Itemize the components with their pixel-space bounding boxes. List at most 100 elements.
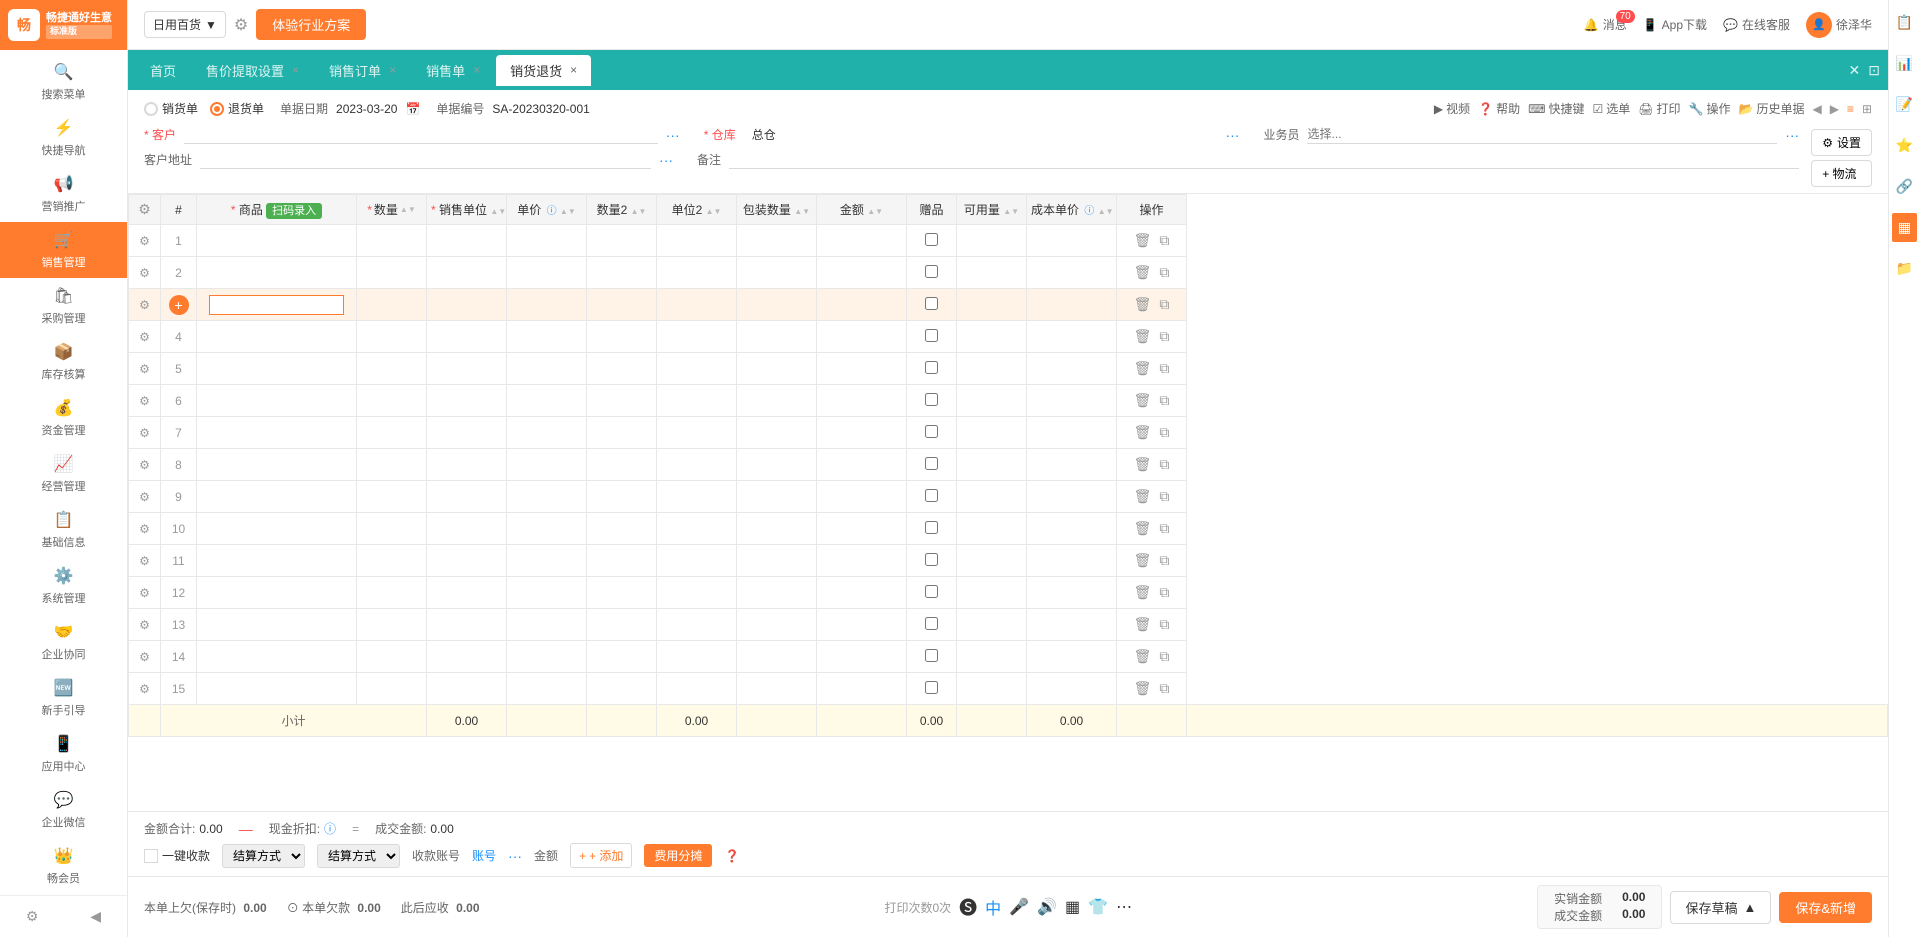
delete-row-icon[interactable]: 🗑 [1134, 552, 1152, 569]
row-8-product[interactable] [197, 449, 357, 481]
row-6-qty2[interactable] [587, 385, 657, 417]
row-7-price[interactable] [507, 417, 587, 449]
row-2-pack[interactable] [737, 257, 817, 289]
row-7-gift[interactable] [907, 417, 957, 449]
print-btn[interactable]: 🖨 打印 [1638, 100, 1680, 117]
row-gear-icon[interactable]: ⚙ [139, 522, 150, 536]
copy-row-icon[interactable]: ⧉ [1159, 424, 1169, 441]
row-4-gift[interactable] [907, 321, 957, 353]
row-12-unit2[interactable] [657, 577, 737, 609]
tab-sales[interactable]: 销售单 × [412, 55, 494, 86]
row-15-gear[interactable]: ⚙ [129, 673, 161, 705]
row-4-gear[interactable]: ⚙ [129, 321, 161, 353]
row-12-gift[interactable] [907, 577, 957, 609]
row-11-unit[interactable] [427, 545, 507, 577]
row-14-gift[interactable] [907, 641, 957, 673]
row-2-qty2[interactable] [587, 257, 657, 289]
product-input[interactable] [209, 295, 345, 315]
copy-row-icon[interactable]: ⧉ [1159, 392, 1169, 409]
row-gear-icon[interactable]: ⚙ [139, 234, 150, 248]
row-2-product[interactable] [197, 257, 357, 289]
operate-btn[interactable]: 🔧 操作 [1689, 100, 1731, 117]
row-11-qty2[interactable] [587, 545, 657, 577]
row-gear-icon[interactable]: ⚙ [139, 298, 150, 312]
sidebar-item-operation[interactable]: 📈 经营管理 [0, 446, 127, 502]
row-2-gear[interactable]: ⚙ [129, 257, 161, 289]
row-2-price[interactable] [507, 257, 587, 289]
row-2-gift[interactable] [907, 257, 957, 289]
history-prev-icon[interactable]: ◀ [1812, 102, 1821, 116]
sidebar-collapse-btn[interactable]: ◀ [86, 904, 105, 929]
more-icon[interactable]: ⋯ [1116, 897, 1132, 917]
account-select-btn[interactable]: 账号 [472, 847, 496, 864]
sidebar-item-guide[interactable]: 🆕 新手引导 [0, 670, 127, 726]
save-draft-btn[interactable]: 保存草稿 ▲ [1670, 891, 1771, 924]
delete-row-icon[interactable]: 🗑 [1134, 520, 1152, 537]
salesperson-input[interactable] [1307, 125, 1777, 144]
row-3-price[interactable] [507, 289, 587, 321]
row-7-gear[interactable]: ⚙ [129, 417, 161, 449]
row-1-gift[interactable] [907, 225, 957, 257]
row-8-amount[interactable] [817, 449, 907, 481]
delete-row-icon[interactable]: 🗑 [1134, 424, 1152, 441]
row-5-amount[interactable] [817, 353, 907, 385]
row-15-gift[interactable] [907, 673, 957, 705]
discount-help-icon[interactable]: ⓘ [324, 820, 336, 837]
delete-row-icon[interactable]: 🗑 [1134, 296, 1152, 313]
customer-select-btn[interactable]: ··· [666, 127, 680, 143]
row-12-qty[interactable] [357, 577, 427, 609]
row-gear-icon[interactable]: ⚙ [139, 426, 150, 440]
tab-sales-order[interactable]: 销售订单 × [315, 55, 410, 86]
copy-row-icon[interactable]: ⧉ [1159, 296, 1169, 313]
one-click-checkbox[interactable]: 一键收款 [144, 847, 210, 864]
row-8-qty[interactable] [357, 449, 427, 481]
row-7-qty[interactable] [357, 417, 427, 449]
row-6-gear[interactable]: ⚙ [129, 385, 161, 417]
row-10-unit[interactable] [427, 513, 507, 545]
row-9-amount[interactable] [817, 481, 907, 513]
video-btn[interactable]: ▶ 视频 [1434, 100, 1470, 117]
row-3-gift[interactable] [907, 289, 957, 321]
sidebar-item-finance[interactable]: 💰 资金管理 [0, 390, 127, 446]
row-10-price[interactable] [507, 513, 587, 545]
row-2-amount[interactable] [817, 257, 907, 289]
row-11-gear[interactable]: ⚙ [129, 545, 161, 577]
row-1-gear[interactable]: ⚙ [129, 225, 161, 257]
row-3-amount[interactable] [817, 289, 907, 321]
table-view-icon[interactable]: ≡ [1847, 102, 1854, 116]
address-select-btn[interactable]: ··· [659, 152, 673, 168]
sidebar-item-basic[interactable]: 📋 基础信息 [0, 502, 127, 558]
row-5-gear[interactable]: ⚙ [129, 353, 161, 385]
row-11-amount[interactable] [817, 545, 907, 577]
row-11-pack[interactable] [737, 545, 817, 577]
row-13-gear[interactable]: ⚙ [129, 609, 161, 641]
row-7-unit2[interactable] [657, 417, 737, 449]
copy-row-icon[interactable]: ⧉ [1159, 616, 1169, 633]
row-5-pack[interactable] [737, 353, 817, 385]
online-service-btn[interactable]: 💬 在线客服 [1723, 16, 1790, 33]
row-4-qty2[interactable] [587, 321, 657, 353]
row-6-gift[interactable] [907, 385, 957, 417]
row-2-qty[interactable] [357, 257, 427, 289]
row-5-unit[interactable] [427, 353, 507, 385]
row-15-pack[interactable] [737, 673, 817, 705]
row-12-qty2[interactable] [587, 577, 657, 609]
row-15-qty2[interactable] [587, 673, 657, 705]
row-14-amount[interactable] [817, 641, 907, 673]
gift-checkbox[interactable] [925, 425, 938, 438]
history-btn[interactable]: 📂 历史单据 [1738, 100, 1804, 117]
delete-row-icon[interactable]: 🗑 [1134, 392, 1152, 409]
row-7-qty2[interactable] [587, 417, 657, 449]
row-14-pack[interactable] [737, 641, 817, 673]
fee-help-icon[interactable]: ❓ [724, 849, 739, 863]
sidebar-item-enterprise[interactable]: 🤝 企业协同 [0, 614, 127, 670]
speak-icon[interactable]: 🔊 [1037, 897, 1057, 917]
row-10-pack[interactable] [737, 513, 817, 545]
row-13-amount[interactable] [817, 609, 907, 641]
rp-note-icon[interactable]: 📝 [1890, 90, 1919, 119]
note-input[interactable] [729, 150, 1799, 169]
user-menu-btn[interactable]: 👤 徐泽华 [1806, 12, 1872, 38]
row-12-pack[interactable] [737, 577, 817, 609]
row-1-qty[interactable] [357, 225, 427, 257]
row-10-qty[interactable] [357, 513, 427, 545]
